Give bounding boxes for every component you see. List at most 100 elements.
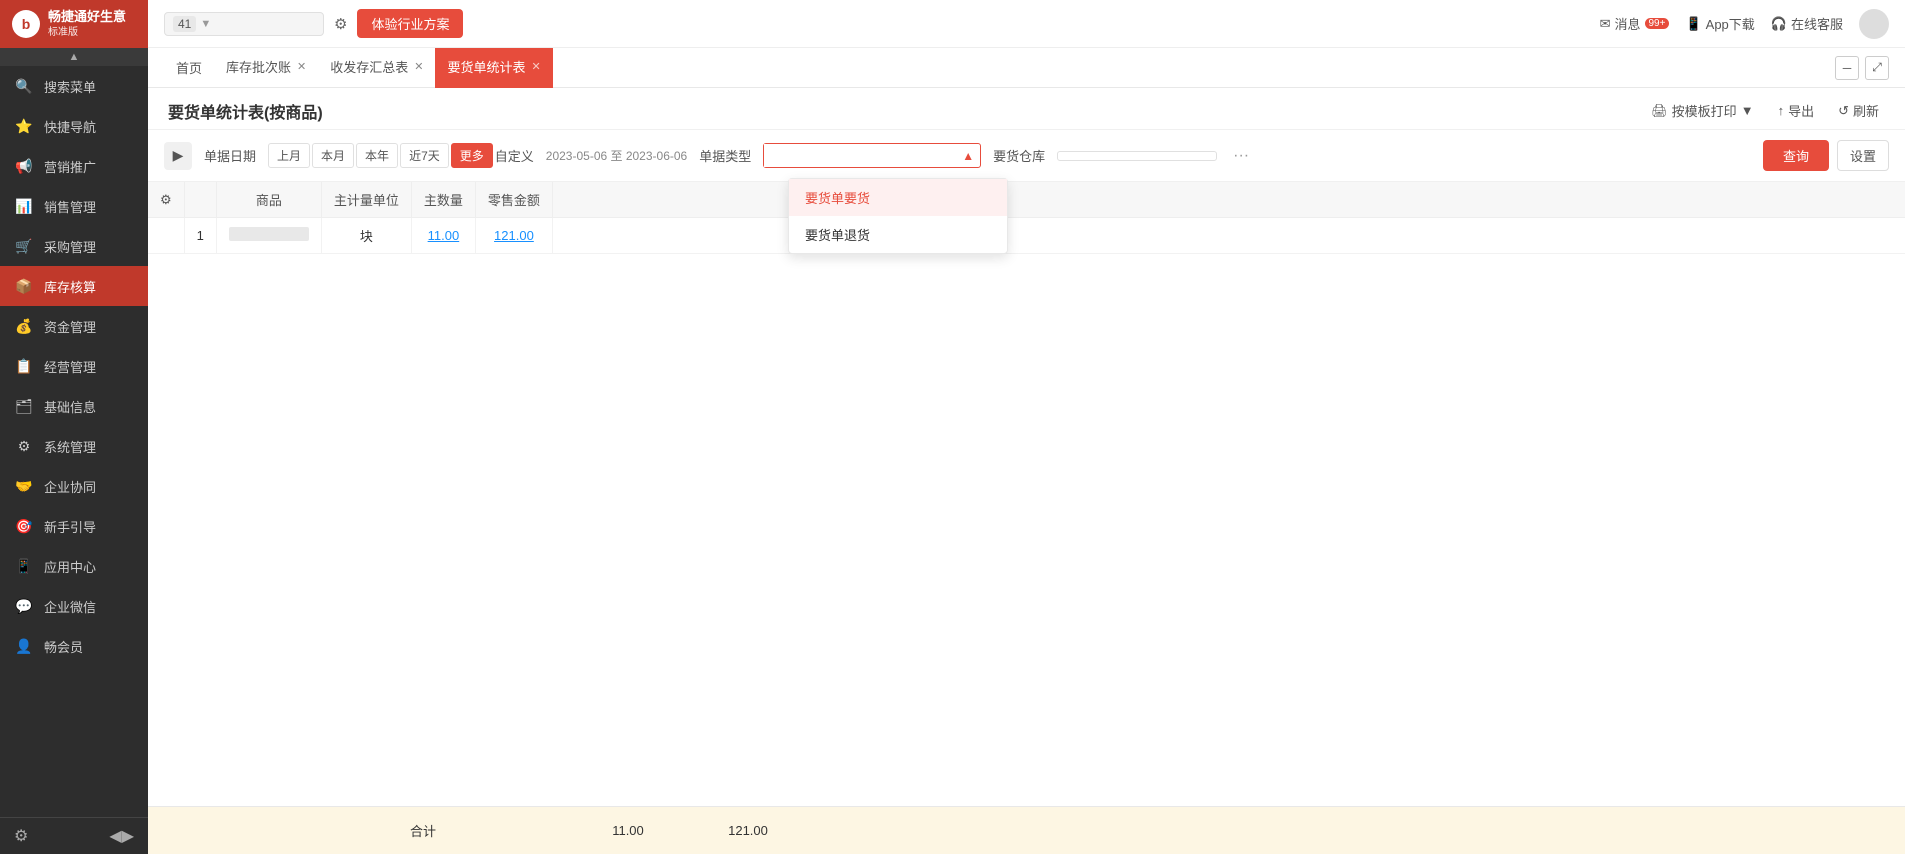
warehouse-label: 要货仓库	[993, 146, 1045, 165]
sidebar-item-label-operations: 经营管理	[44, 357, 96, 376]
sidebar-item-quicknav[interactable]: ⭐快捷导航	[0, 106, 148, 146]
footer-spacer2	[198, 825, 248, 837]
sidebar-item-collab[interactable]: 🤝企业协同	[0, 466, 148, 506]
settings-icon[interactable]: ⚙	[14, 826, 28, 846]
sidebar-item-label-appstore: 应用中心	[44, 557, 96, 576]
finance-icon: 💰	[14, 316, 34, 336]
order-type-input[interactable]	[764, 144, 956, 167]
sidebar-item-purchase[interactable]: 🛒采购管理	[0, 226, 148, 266]
table-row: 1 块 11.00 121.00	[148, 218, 1905, 254]
order-type-dropdown: 要货单要货 要货单退货	[788, 178, 1008, 254]
sidebar-item-wechat[interactable]: 💬企业微信	[0, 586, 148, 626]
topbar: 41 ▼ ⚙ 体验行业方案 ✉ 消息 99+ 📱 App下载 🎧 在线客服	[148, 0, 1905, 48]
sidebar-nav: 🔍 搜索菜单 ⭐快捷导航📢营销推广📊销售管理🛒采购管理📦库存核算 💰 资金管理 📋 经营管理…	[0, 66, 148, 817]
query-btn[interactable]: 查询	[1763, 140, 1829, 171]
topbar-search[interactable]: 41 ▼	[164, 12, 324, 36]
messages-btn[interactable]: ✉ 消息 99+	[1600, 14, 1670, 33]
tab-inout-close[interactable]: ✕	[414, 60, 423, 73]
tab-inout[interactable]: 收发存汇总表 ✕	[318, 48, 435, 88]
tab-order-stat[interactable]: 要货单统计表 ✕	[435, 48, 552, 88]
sidebar-item-inventory[interactable]: 📦库存核算	[0, 266, 148, 306]
tab-home[interactable]: 首页	[164, 48, 214, 88]
marketing-icon: 📢	[14, 156, 34, 176]
settings-btn[interactable]: 设置	[1837, 140, 1889, 171]
sidebar-scroll-up[interactable]: ▲	[0, 48, 148, 66]
sidebar-item-basic[interactable]: 🗂基础信息	[0, 386, 148, 426]
sidebar-item-appstore[interactable]: 📱 应用中心	[0, 546, 148, 586]
this-year-btn[interactable]: 本年	[356, 143, 398, 168]
filter-bar: ▶ 单据日期 上月 本月 本年 近7天 更多 自定义 2023-05-06 至 …	[148, 130, 1905, 182]
app-download-btn[interactable]: 📱 App下载	[1685, 14, 1754, 33]
user-avatar[interactable]	[1859, 9, 1889, 39]
phone-icon: 📱	[1685, 16, 1701, 32]
tab-expand-btn[interactable]: ⤢	[1865, 56, 1889, 80]
sidebar-item-label-basic: 基础信息	[44, 397, 96, 416]
operations-icon: 📋	[14, 356, 34, 376]
more-btn[interactable]: 更多	[451, 143, 493, 168]
sidebar-item-operations[interactable]: 📋 经营管理	[0, 346, 148, 386]
last7-btn[interactable]: 近7天	[400, 143, 449, 168]
tab-order-stat-close[interactable]: ✕	[532, 60, 541, 73]
sidebar-item-finance[interactable]: 💰 资金管理	[0, 306, 148, 346]
purchase-icon: 🛒	[14, 236, 34, 256]
sidebar-item-guide[interactable]: 🎯新手引导	[0, 506, 148, 546]
row-amount: 121.00	[475, 218, 552, 254]
sidebar-item-system[interactable]: ⚙系统管理	[0, 426, 148, 466]
refresh-btn[interactable]: ↺ 刷新	[1832, 98, 1885, 123]
tab-batch[interactable]: 库存批次账 ✕	[214, 48, 318, 88]
th-extra	[552, 182, 1905, 218]
export-btn[interactable]: ↑ 导出	[1772, 98, 1821, 123]
main-content: 41 ▼ ⚙ 体验行业方案 ✉ 消息 99+ 📱 App下载 🎧 在线客服	[148, 0, 1905, 854]
sidebar-item-member[interactable]: 👤畅会员	[0, 626, 148, 666]
date-range-display: 2023-05-06 至 2023-06-06	[546, 147, 687, 164]
th-index	[184, 182, 216, 218]
page-content: 要货单统计表(按商品) 🖨 按模板打印 ▼ ↑ 导出 ↺ 刷新 ▶	[148, 88, 1905, 854]
row-gear	[148, 218, 184, 254]
tab-minimize-btn[interactable]: ─	[1835, 56, 1859, 80]
refresh-icon: ↺	[1838, 103, 1849, 119]
table-header-row: ⚙ 商品 主计量单位 主数量 零售金额	[148, 182, 1905, 218]
warehouse-input[interactable]	[1057, 151, 1217, 161]
search-icon: 🔍	[14, 76, 34, 96]
th-settings[interactable]: ⚙	[148, 182, 184, 218]
service-icon: 🎧	[1771, 16, 1787, 32]
sidebar-item-label-guide: 新手引导	[44, 517, 96, 536]
logo-icon: b	[12, 10, 40, 38]
order-type-select[interactable]: ▲	[763, 143, 981, 168]
dropdown-item-0[interactable]: 要货单要货	[789, 179, 1007, 216]
appstore-icon: 📱	[14, 556, 34, 576]
page-header: 要货单统计表(按商品) 🖨 按模板打印 ▼ ↑ 导出 ↺ 刷新	[148, 88, 1905, 130]
footer-label: 合计	[248, 815, 448, 846]
sidebar-item-label-finance: 资金管理	[44, 317, 96, 336]
print-label: 按模板打印	[1672, 101, 1737, 120]
tabs-actions: ─ ⤢	[1835, 56, 1889, 80]
home-label: 首页	[176, 58, 202, 77]
sidebar-bottom: ⚙ ◀▶	[0, 817, 148, 854]
app-logo: b 畅捷通好生意 标准版	[0, 0, 148, 48]
app-download-label: App下载	[1706, 14, 1755, 33]
count-badge: 41	[173, 16, 196, 32]
sidebar-item-sales[interactable]: 📊销售管理	[0, 186, 148, 226]
trial-button[interactable]: 体验行业方案	[357, 9, 463, 38]
order-stat-label: 要货单统计表	[447, 57, 525, 76]
table-container: ⚙ 商品 主计量单位 主数量 零售金额 1	[148, 182, 1905, 806]
print-btn[interactable]: 🖨 按模板打印 ▼	[1645, 98, 1759, 123]
page-title: 要货单统计表(按商品)	[168, 99, 323, 123]
this-month-btn[interactable]: 本月	[312, 143, 354, 168]
sidebar-item-search[interactable]: 🔍 搜索菜单	[0, 66, 148, 106]
footer-amount: 121.00	[688, 817, 808, 844]
tab-batch-close[interactable]: ✕	[297, 60, 306, 73]
member-icon: 👤	[14, 636, 34, 656]
sidebar-item-label-search: 搜索菜单	[44, 77, 96, 96]
select-arrow-icon[interactable]: ▲	[956, 149, 980, 163]
online-service-btn[interactable]: 🎧 在线客服	[1771, 14, 1843, 33]
topbar-gear-icon[interactable]: ⚙	[334, 15, 347, 33]
sidebar: b 畅捷通好生意 标准版 ▲ 🔍 搜索菜单 ⭐快捷导航📢营销推广📊销售管理🛒采购管理…	[0, 0, 148, 854]
collapse-icon[interactable]: ◀▶	[109, 826, 134, 846]
collab-icon: 🤝	[14, 476, 34, 496]
filter-expand-btn[interactable]: ▶	[164, 142, 192, 170]
dropdown-item-1[interactable]: 要货单退货	[789, 216, 1007, 253]
last-month-btn[interactable]: 上月	[268, 143, 310, 168]
filter-more-icon[interactable]: ···	[1233, 147, 1249, 165]
sidebar-item-marketing[interactable]: 📢营销推广	[0, 146, 148, 186]
